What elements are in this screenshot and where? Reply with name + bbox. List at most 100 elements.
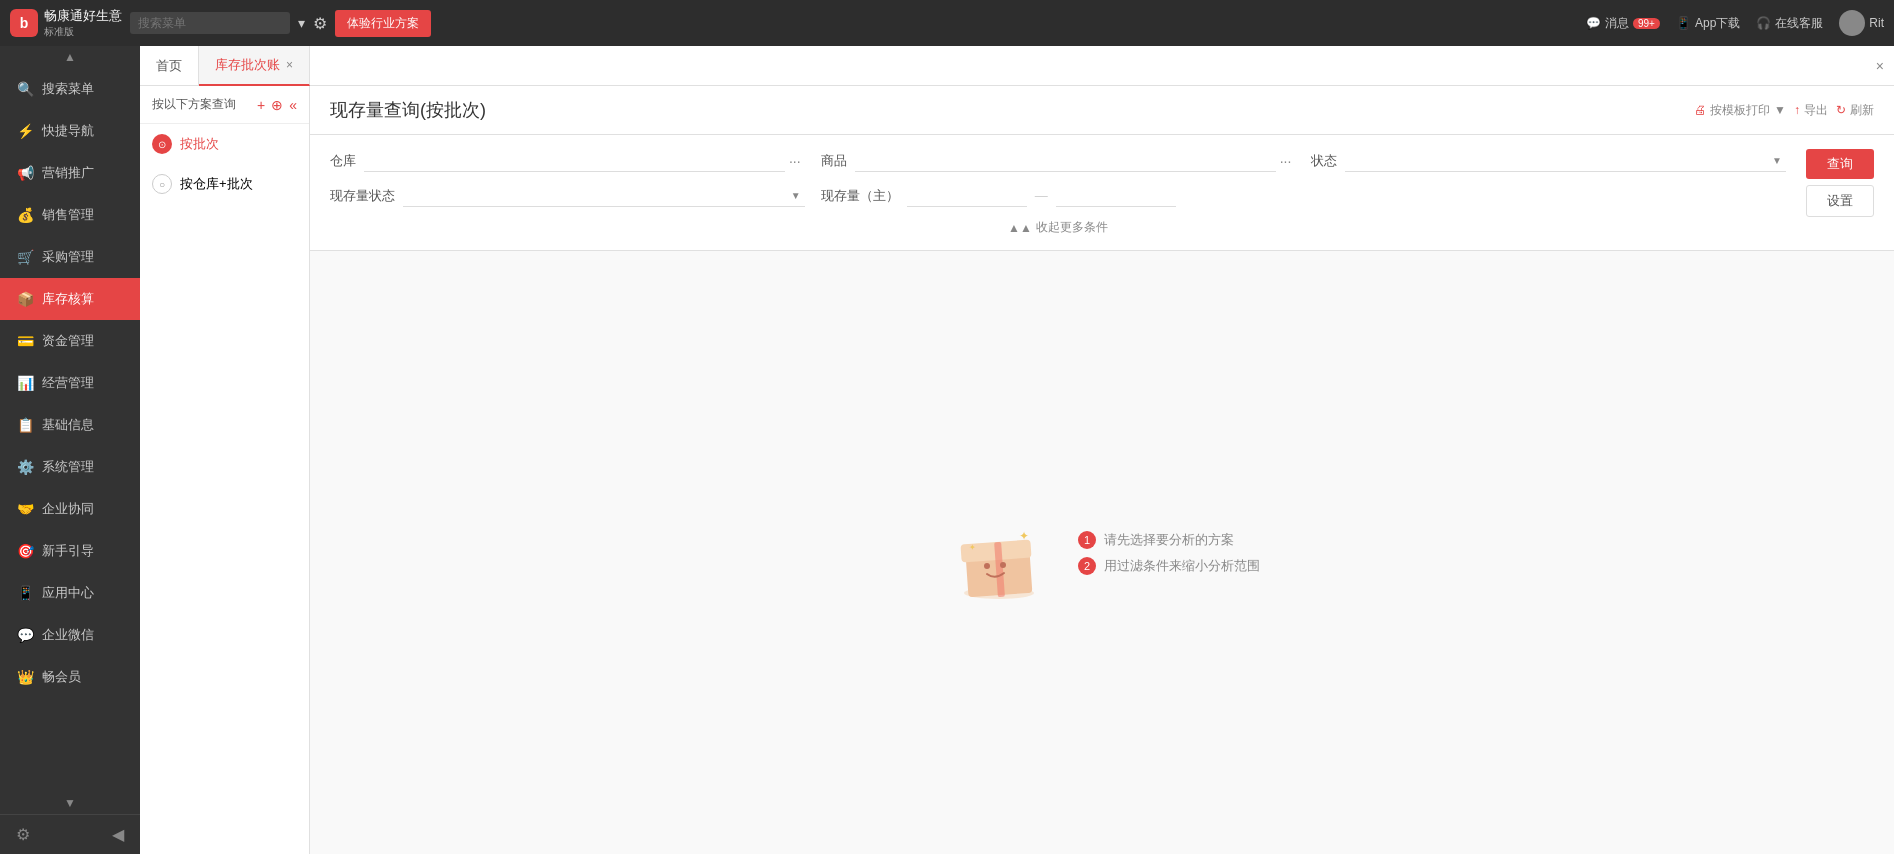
sidebar-label-system: 系统管理 [42,458,94,476]
status-select[interactable] [1345,149,1786,171]
collapse-btn[interactable]: ▲▲ 收起更多条件 [1008,219,1108,236]
sidebar-item-inventory[interactable]: 📦 库存核算 [0,278,140,320]
sidebar-label-marketing: 营销推广 [42,164,94,182]
sidebar-item-operations[interactable]: 📊 经营管理 [0,362,140,404]
empty-state: ✦ ✦ 1 请先选择要分析的方案 2 用过滤条件来缩小分析范围 [310,251,1894,854]
basic-info-icon: 📋 [16,416,34,434]
member-icon: 👑 [16,668,34,686]
tab-home[interactable]: 首页 [140,46,199,86]
settings-btn[interactable]: 设置 [1806,185,1874,217]
sidebar-item-enterprise-wechat[interactable]: 💬 企业微信 [0,614,140,656]
print-btn[interactable]: 🖨 按模板打印 ▼ [1694,102,1786,119]
sidebar-scroll-up[interactable]: ▲ [0,46,140,68]
topbar-gear-btn[interactable]: ⚙ [313,14,327,33]
product-label: 商品 [821,152,847,170]
user-profile-btn[interactable]: Rit [1839,10,1884,36]
sidebar-label-app-center: 应用中心 [42,584,94,602]
collapse-btn-area: ▲▲ 收起更多条件 [330,219,1786,236]
logo-text: 畅康通好生意 标准版 [44,7,122,39]
messages-badge: 99+ [1633,18,1660,29]
status-label: 状态 [1311,152,1337,170]
warehouse-more-btn[interactable]: ··· [785,153,805,169]
scheme-header-label: 按以下方案查询 [152,96,236,113]
page-header-actions: 🖨 按模板打印 ▼ ↑ 导出 ↻ 刷新 [1694,102,1874,119]
svg-text:✦: ✦ [969,543,976,552]
empty-svg: ✦ ✦ [949,508,1049,608]
sidebar-item-marketing[interactable]: 📢 营销推广 [0,152,140,194]
product-more-btn[interactable]: ··· [1276,153,1296,169]
app-download-btn[interactable]: 📱 App下载 [1676,15,1740,32]
sidebar-collapse-btn[interactable]: ◀ [112,825,124,844]
messages-label: 消息 [1605,15,1629,32]
sidebar-item-search-menu[interactable]: 🔍 搜索菜单 [0,68,140,110]
filter-field-stock-status: 现存量状态 ▼ [330,184,805,207]
filter-field-warehouse: 仓库 ··· [330,149,805,172]
scheme-header-actions: + ⊕ « [257,97,297,113]
messages-btn[interactable]: 💬 消息 99+ [1586,15,1660,32]
refresh-icon: ↻ [1836,103,1846,117]
sales-icon: 💰 [16,206,34,224]
status-dropdown-icon: ▼ [1772,155,1782,166]
scheme-settings-btn[interactable]: ⊕ [271,97,283,113]
empty-tip-2: 2 用过滤条件来缩小分析范围 [1078,557,1260,575]
filter-main: 仓库 ··· 商品 ··· [330,149,1786,236]
refresh-btn[interactable]: ↻ 刷新 [1836,102,1874,119]
app-download-label: App下载 [1695,15,1740,32]
empty-tip-1: 1 请先选择要分析的方案 [1078,531,1260,549]
online-service-btn[interactable]: 🎧 在线客服 [1756,15,1823,32]
sidebar-item-finance[interactable]: 💳 资金管理 [0,320,140,362]
export-btn[interactable]: ↑ 导出 [1794,102,1828,119]
sidebar-item-purchase[interactable]: 🛒 采购管理 [0,236,140,278]
refresh-label: 刷新 [1850,102,1874,119]
print-label: 按模板打印 [1710,102,1770,119]
sidebar-label-basic-info: 基础信息 [42,416,94,434]
tab-inventory-batch[interactable]: 库存批次账 × [199,46,310,86]
scheme-item-by-batch[interactable]: ⊙ 按批次 [140,124,309,164]
scheme-item-by-warehouse-batch[interactable]: ○ 按仓库+批次 [140,164,309,204]
print-icon: 🖨 [1694,103,1706,117]
tab-bar: 首页 库存批次账 × × [140,46,1894,86]
stock-status-dropdown-icon: ▼ [791,190,801,201]
export-icon: ↑ [1794,103,1800,117]
stock-status-select[interactable] [403,184,805,206]
filter-row-1: 仓库 ··· 商品 ··· [330,149,1786,172]
sidebar-label-member: 畅会员 [42,668,81,686]
stock-main-from-input[interactable] [907,184,1027,207]
product-input[interactable] [855,149,1276,172]
page-header: 现存量查询(按批次) 🖨 按模板打印 ▼ ↑ 导出 ↻ [310,86,1894,135]
scheme-collapse-btn[interactable]: « [289,97,297,113]
tab-close-btn[interactable]: × [286,58,293,72]
app-download-icon: 📱 [1676,16,1691,30]
logo-area: b 畅康通好生意 标准版 [10,7,122,39]
stock-main-to-input[interactable] [1056,184,1176,207]
empty-tips: 1 请先选择要分析的方案 2 用过滤条件来缩小分析范围 [1078,531,1260,575]
search-input[interactable] [130,12,290,34]
sidebar-item-basic-info[interactable]: 📋 基础信息 [0,404,140,446]
sidebar-item-quick-nav[interactable]: ⚡ 快捷导航 [0,110,140,152]
quick-nav-icon: ⚡ [16,122,34,140]
sidebar-item-member[interactable]: 👑 畅会员 [0,656,140,698]
sidebar-item-sales[interactable]: 💰 销售管理 [0,194,140,236]
marketing-icon: 📢 [16,164,34,182]
scheme-active-icon: ⊙ [152,134,172,154]
sidebar-scroll-down[interactable]: ▼ [0,792,140,814]
query-btn[interactable]: 查询 [1806,149,1874,179]
tip-text-1: 请先选择要分析的方案 [1104,531,1234,549]
sidebar-settings-btn[interactable]: ⚙ [16,825,30,844]
search-icon: 🔍 [16,80,34,98]
tab-bar-close-btn[interactable]: × [1876,58,1884,74]
sidebar-item-app-center[interactable]: 📱 应用中心 [0,572,140,614]
scheme-panel: 按以下方案查询 + ⊕ « ⊙ 按批次 ○ 按仓库+批次 [140,86,310,854]
scheme-add-btn[interactable]: + [257,97,265,113]
status-select-wrapper: ▼ [1345,149,1786,172]
scheme-header: 按以下方案查询 + ⊕ « [140,86,309,124]
experience-btn[interactable]: 体验行业方案 [335,10,431,37]
sidebar-item-system[interactable]: ⚙️ 系统管理 [0,446,140,488]
sidebar-item-enterprise[interactable]: 🤝 企业协同 [0,488,140,530]
topbar-right: 💬 消息 99+ 📱 App下载 🎧 在线客服 Rit [1586,10,1884,36]
sidebar-item-new-guide[interactable]: 🎯 新手引导 [0,530,140,572]
search-dropdown-btn[interactable]: ▾ [298,15,305,31]
empty-illustration: ✦ ✦ [944,498,1054,608]
tab-home-label: 首页 [156,57,182,75]
warehouse-input[interactable] [364,149,785,172]
